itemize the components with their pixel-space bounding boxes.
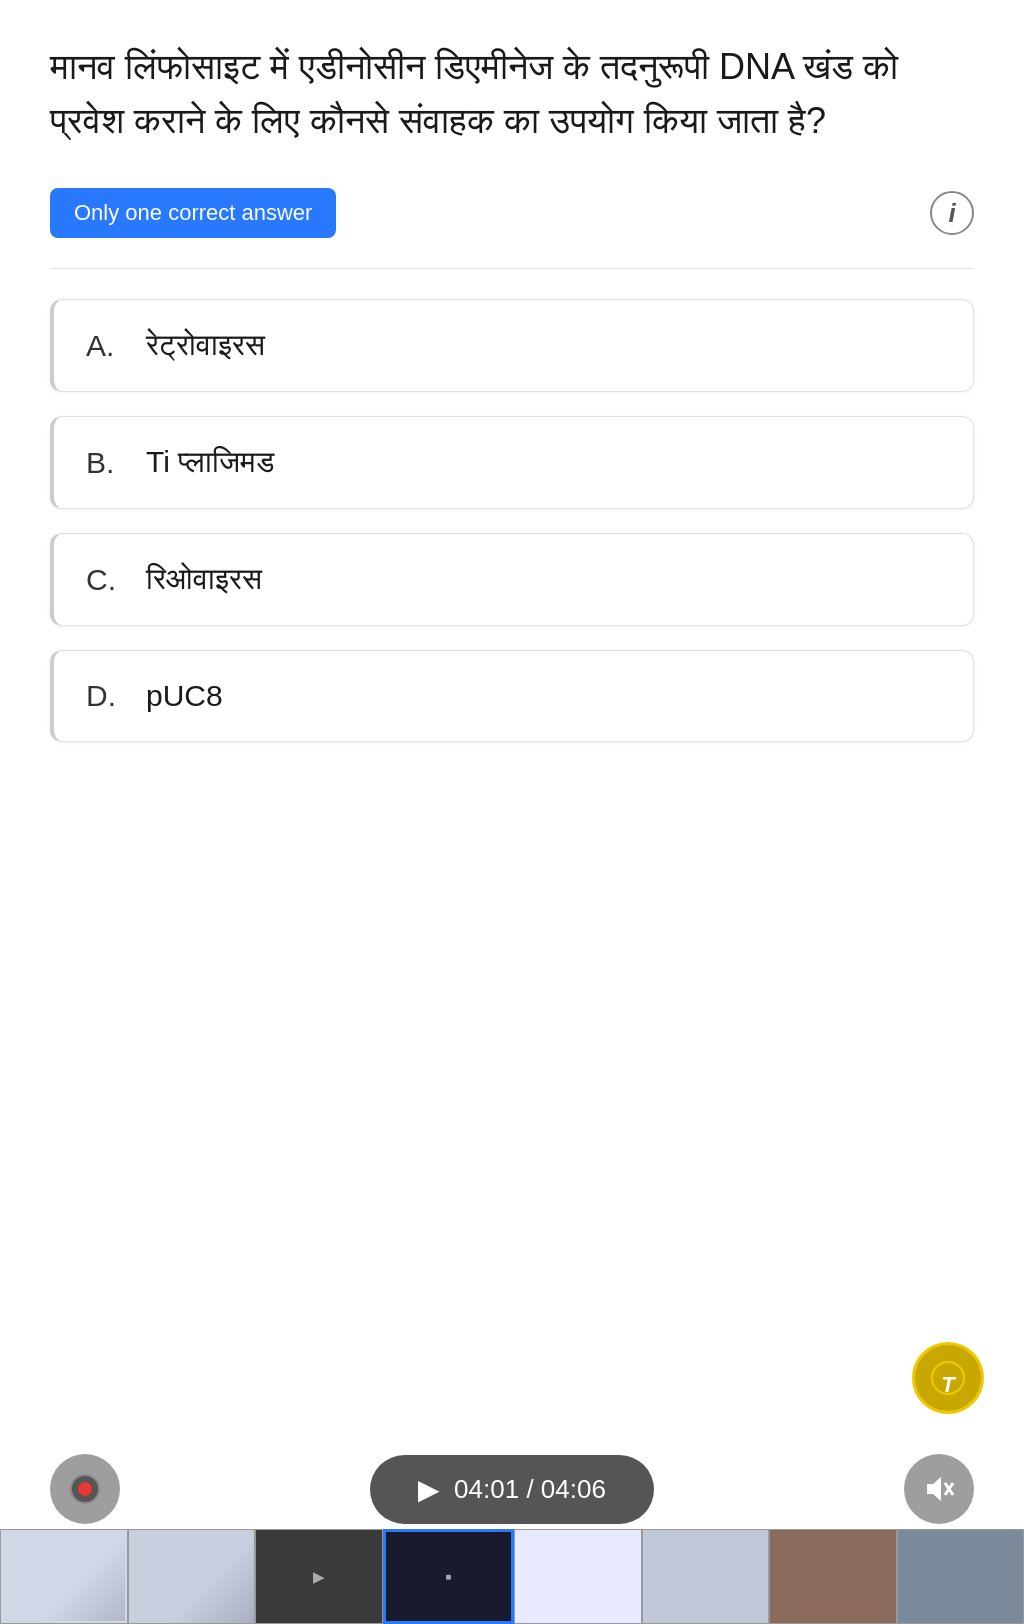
thumb-3[interactable]: ▶	[255, 1529, 383, 1624]
section-divider	[50, 268, 974, 269]
option-a-text: रेट्रोवाइरस	[146, 328, 265, 363]
thumb-7[interactable]	[769, 1529, 897, 1624]
option-c-label: C.	[86, 563, 122, 597]
option-c-text: रिओवाइरस	[146, 562, 262, 597]
badge-row: Only one correct answer i	[50, 188, 974, 238]
thumb-8[interactable]	[897, 1529, 1025, 1624]
mute-button[interactable]	[904, 1454, 974, 1524]
play-pause-button[interactable]: ▶ 04:01 / 04:06	[370, 1455, 654, 1524]
player-time: 04:01 / 04:06	[454, 1474, 606, 1505]
thumb-1[interactable]	[0, 1529, 128, 1624]
option-a-label: A.	[86, 329, 122, 363]
question-text: मानव लिंफोसाइट में एडीनोसीन डिएमीनेज के …	[50, 40, 974, 148]
text-tool-button[interactable]: T	[912, 1342, 984, 1414]
thumb-4[interactable]: ■	[383, 1529, 515, 1624]
option-b-label: B.	[86, 446, 122, 480]
thumb-2[interactable]	[128, 1529, 256, 1624]
thumbnail-strip: ▶ ■	[0, 1529, 1024, 1624]
option-b[interactable]: B. Ti प्लाजिमड	[50, 416, 974, 509]
option-a[interactable]: A. रेट्रोवाइरस	[50, 299, 974, 392]
thumb-6[interactable]	[642, 1529, 770, 1624]
thumb-5[interactable]	[514, 1529, 642, 1624]
option-b-text: Ti प्लाजिमड	[146, 445, 274, 480]
svg-marker-4	[927, 1477, 941, 1501]
option-d-label: D.	[86, 679, 122, 713]
answer-type-badge: Only one correct answer	[50, 188, 336, 238]
player-bar: ▶ 04:01 / 04:06	[0, 1454, 1024, 1524]
play-icon: ▶	[418, 1473, 440, 1506]
option-d[interactable]: D. pUC8	[50, 650, 974, 742]
main-content: मानव लिंफोसाइट में एडीनोसीन डिएमीनेज के …	[0, 0, 1024, 762]
info-icon[interactable]: i	[930, 191, 974, 235]
option-d-text: pUC8	[146, 679, 223, 713]
svg-point-3	[78, 1482, 92, 1496]
option-c[interactable]: C. रिओवाइरस	[50, 533, 974, 626]
options-container: A. रेट्रोवाइरस B. Ti प्लाजिमड C. रिओवाइर…	[50, 299, 974, 742]
record-button[interactable]	[50, 1454, 120, 1524]
